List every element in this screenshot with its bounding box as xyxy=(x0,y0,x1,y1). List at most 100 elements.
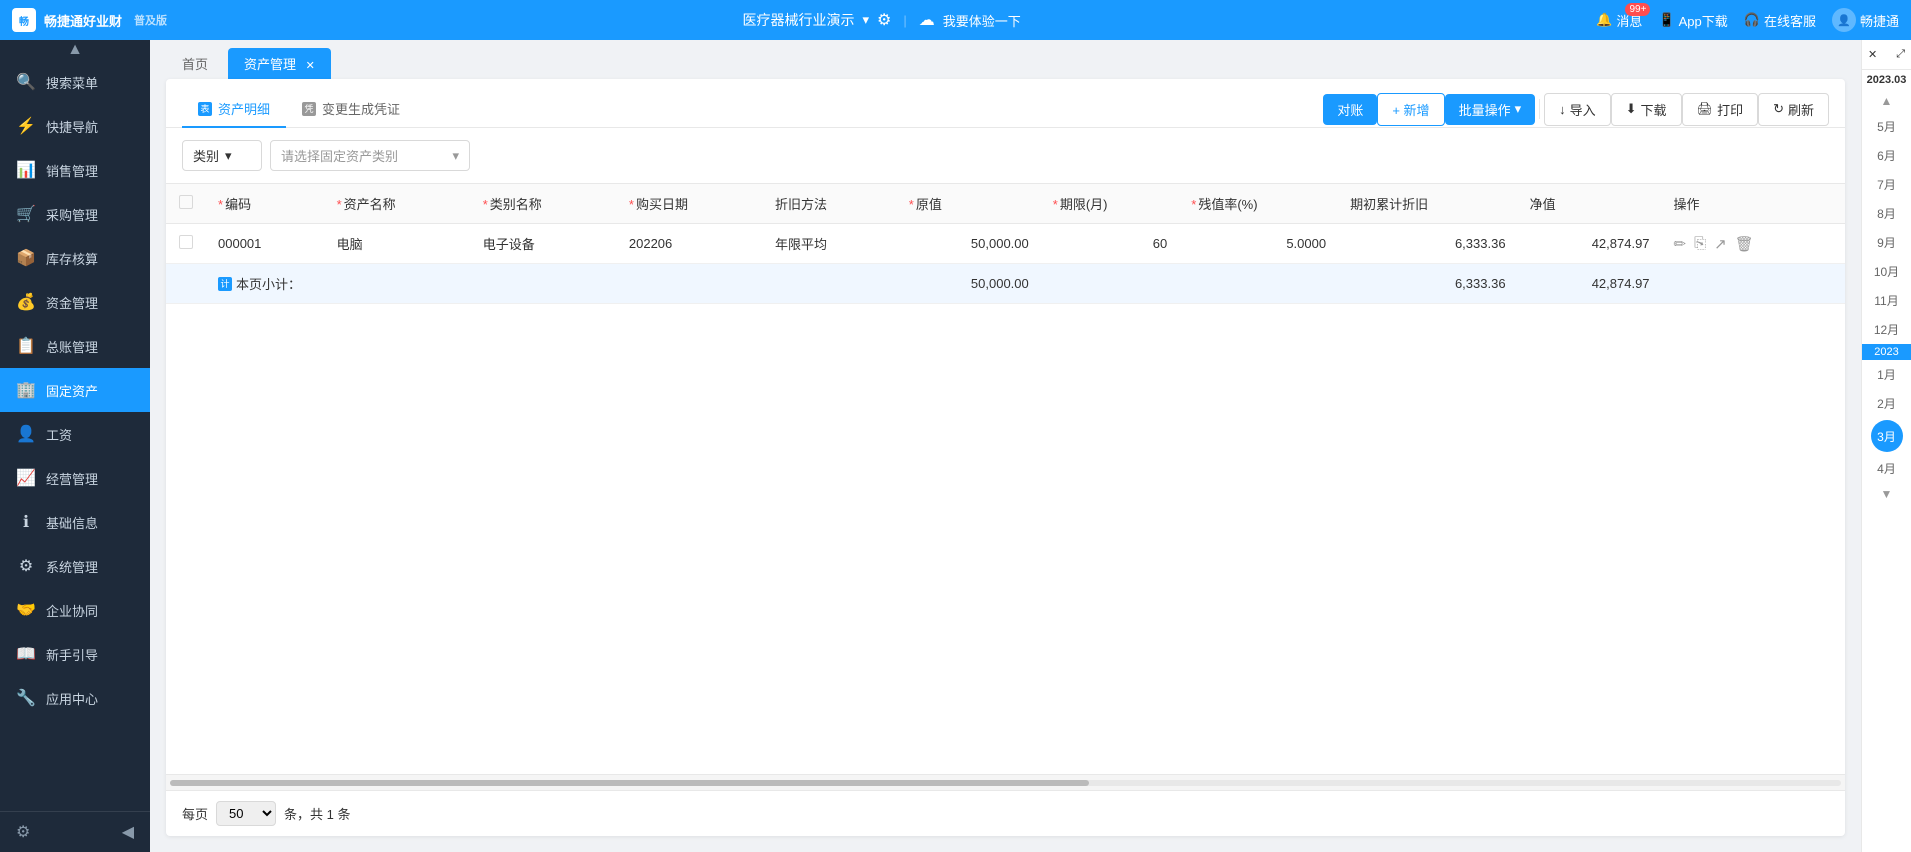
month-5[interactable]: 5月 xyxy=(1862,112,1911,141)
sidebar-item-finance[interactable]: 💰 资金管理 xyxy=(0,280,150,324)
per-page-select[interactable]: 50 10 20 100 xyxy=(216,801,276,826)
month-2[interactable]: 2月 xyxy=(1862,389,1911,418)
sidebar-item-fixed-assets[interactable]: 🏢 固定资产 xyxy=(0,368,150,412)
subtotal-residual xyxy=(1179,264,1338,304)
sidebar-item-label: 快捷导航 xyxy=(46,117,98,136)
settings-bottom-icon[interactable]: ⚙ xyxy=(16,822,30,842)
month-1[interactable]: 1月 xyxy=(1862,360,1911,389)
select-all-checkbox[interactable] xyxy=(179,195,193,209)
sidebar-item-app-center[interactable]: 🔧 应用中心 xyxy=(0,676,150,720)
category-filter-label[interactable]: 类别 ▾ xyxy=(182,140,262,171)
tab-asset-management[interactable]: 资产管理 ✕ xyxy=(228,48,331,79)
experience-button[interactable]: 我要体验一下 xyxy=(943,11,1021,30)
month-12[interactable]: 12月 xyxy=(1862,315,1911,344)
sidebar-item-label: 经营管理 xyxy=(46,469,98,488)
row-name: 电脑 xyxy=(325,224,471,264)
app-download-button[interactable]: 📱 App下载 xyxy=(1658,11,1727,30)
sidebar-item-label: 库存核算 xyxy=(46,249,98,268)
sidebar-bottom: ⚙ ◀ xyxy=(0,811,150,852)
content-area: 首页 资产管理 ✕ 表 资产明细 凭 变更生成凭证 xyxy=(150,40,1861,852)
close-panel-icon[interactable]: ✕ xyxy=(1868,48,1877,61)
month-10[interactable]: 10月 xyxy=(1862,257,1911,286)
month-4[interactable]: 4月 xyxy=(1862,454,1911,483)
download-button[interactable]: ⬇ 下载 xyxy=(1611,93,1682,126)
copy-icon[interactable]: ⎘ xyxy=(1694,235,1706,252)
month-scroll-up[interactable]: ▲ xyxy=(1877,90,1897,112)
row-checkbox[interactable] xyxy=(179,235,193,249)
year-2023-badge: 2023 xyxy=(1862,344,1911,360)
export-icon[interactable]: ↗ xyxy=(1714,235,1727,253)
filter-toolbar: 类别 ▾ 请选择固定资产类别 ▾ xyxy=(166,128,1845,183)
sidebar-item-payroll[interactable]: 👤 工资 xyxy=(0,412,150,456)
subtotal-label: 计 本页小计： xyxy=(218,274,885,293)
import-button[interactable]: ↓ 导入 xyxy=(1544,93,1611,126)
notification-button[interactable]: 🔔 消息 99+ xyxy=(1596,11,1642,30)
download-icon: 📱 xyxy=(1658,12,1674,28)
scrollbar-track[interactable] xyxy=(170,780,1841,786)
sidebar-item-label: 固定资产 xyxy=(46,381,98,400)
notification-badge: 99+ xyxy=(1625,3,1650,16)
expand-panel-icon[interactable]: ⤢ xyxy=(1896,48,1905,61)
confirm-account-button[interactable]: 对账 xyxy=(1323,94,1377,125)
month-8[interactable]: 8月 xyxy=(1862,199,1911,228)
sidebar-item-label: 新手引导 xyxy=(46,645,98,664)
refresh-button[interactable]: ↻ 刷新 xyxy=(1758,93,1829,126)
sub-tab-asset-detail[interactable]: 表 资产明细 xyxy=(182,91,286,128)
username: 畅捷通 xyxy=(1860,11,1899,30)
scrollbar-thumb[interactable] xyxy=(170,780,1089,786)
category-dropdown[interactable]: 请选择固定资产类别 ▾ xyxy=(270,140,470,171)
sidebar-item-operations[interactable]: 📈 经营管理 xyxy=(0,456,150,500)
month-scroll-down[interactable]: ▼ xyxy=(1877,483,1897,505)
sidebar-scroll-up[interactable]: ▲ xyxy=(0,40,150,60)
chevron-down-icon[interactable]: ▾ xyxy=(862,12,869,28)
month-9[interactable]: 9月 xyxy=(1862,228,1911,257)
app-settings-icon[interactable]: ⚙ xyxy=(877,10,891,30)
filter-left: 类别 ▾ 请选择固定资产类别 ▾ xyxy=(182,140,470,171)
sidebar-item-label: 工资 xyxy=(46,425,72,444)
sidebar-item-label: 搜索菜单 xyxy=(46,73,98,92)
user-icon: 👤 xyxy=(16,424,36,444)
sidebar-item-enterprise[interactable]: 🤝 企业协同 xyxy=(0,588,150,632)
total-count-label: 条，共 1 条 xyxy=(284,804,350,823)
user-menu[interactable]: 👤 畅捷通 xyxy=(1832,8,1899,32)
header-residual-rate: *残值率(%) xyxy=(1179,184,1338,224)
sidebar-item-purchase[interactable]: 🛒 采购管理 xyxy=(0,192,150,236)
tab-close-icon[interactable]: ✕ xyxy=(306,60,315,72)
sub-tab-voucher[interactable]: 凭 变更生成凭证 xyxy=(286,91,416,128)
batch-operation-button[interactable]: 批量操作 ▾ xyxy=(1445,94,1536,125)
sidebar-item-system[interactable]: ⚙ 系统管理 xyxy=(0,544,150,588)
month-6[interactable]: 6月 xyxy=(1862,141,1911,170)
delete-icon[interactable]: 🗑 xyxy=(1735,235,1754,253)
month-11[interactable]: 11月 xyxy=(1862,286,1911,315)
search-icon: 🔍 xyxy=(16,72,36,92)
app-logo-area: 畅 畅捷通好业财 普及版 xyxy=(12,8,167,32)
subtotal-net-value: 42,874.97 xyxy=(1518,264,1662,304)
import-icon: ↓ xyxy=(1559,102,1566,117)
add-new-button[interactable]: + 新增 xyxy=(1377,93,1444,126)
print-button[interactable]: 🖨 打印 xyxy=(1682,93,1759,126)
sidebar-item-ledger[interactable]: 📋 总账管理 xyxy=(0,324,150,368)
month-7[interactable]: 7月 xyxy=(1862,170,1911,199)
sidebar-item-basic-info[interactable]: ℹ 基础信息 xyxy=(0,500,150,544)
graph-icon: 📈 xyxy=(16,468,36,488)
row-net-value: 42,874.97 xyxy=(1518,224,1662,264)
edit-icon[interactable]: ✏ xyxy=(1674,235,1687,253)
row-code: 000001 xyxy=(206,224,325,264)
horizontal-scrollbar[interactable] xyxy=(166,774,1845,790)
sidebar-item-sales[interactable]: 📊 销售管理 xyxy=(0,148,150,192)
chart-icon: 📊 xyxy=(16,160,36,180)
book-icon: 📖 xyxy=(16,644,36,664)
sidebar-item-search[interactable]: 🔍 搜索菜单 xyxy=(0,60,150,104)
sub-tabs: 表 资产明细 凭 变更生成凭证 对账 + 新增 批量操作 ▾ xyxy=(166,79,1845,128)
table-header-row: *编码 *资产名称 *类别名称 *购买日期 xyxy=(166,184,1845,224)
cart-icon: 🛒 xyxy=(16,204,36,224)
online-service-button[interactable]: 🎧 在线客服 xyxy=(1744,11,1816,30)
sidebar-item-guide[interactable]: 📖 新手引导 xyxy=(0,632,150,676)
pagination: 每页 50 10 20 100 条，共 1 条 xyxy=(166,790,1845,836)
collapse-icon[interactable]: ◀ xyxy=(122,822,134,842)
tab-home[interactable]: 首页 xyxy=(166,48,224,79)
voucher-icon: 凭 xyxy=(302,102,316,116)
month-3-active[interactable]: 3月 xyxy=(1871,420,1903,452)
sidebar-item-inventory[interactable]: 📦 库存核算 xyxy=(0,236,150,280)
sidebar-item-quick-nav[interactable]: ⚡ 快捷导航 xyxy=(0,104,150,148)
